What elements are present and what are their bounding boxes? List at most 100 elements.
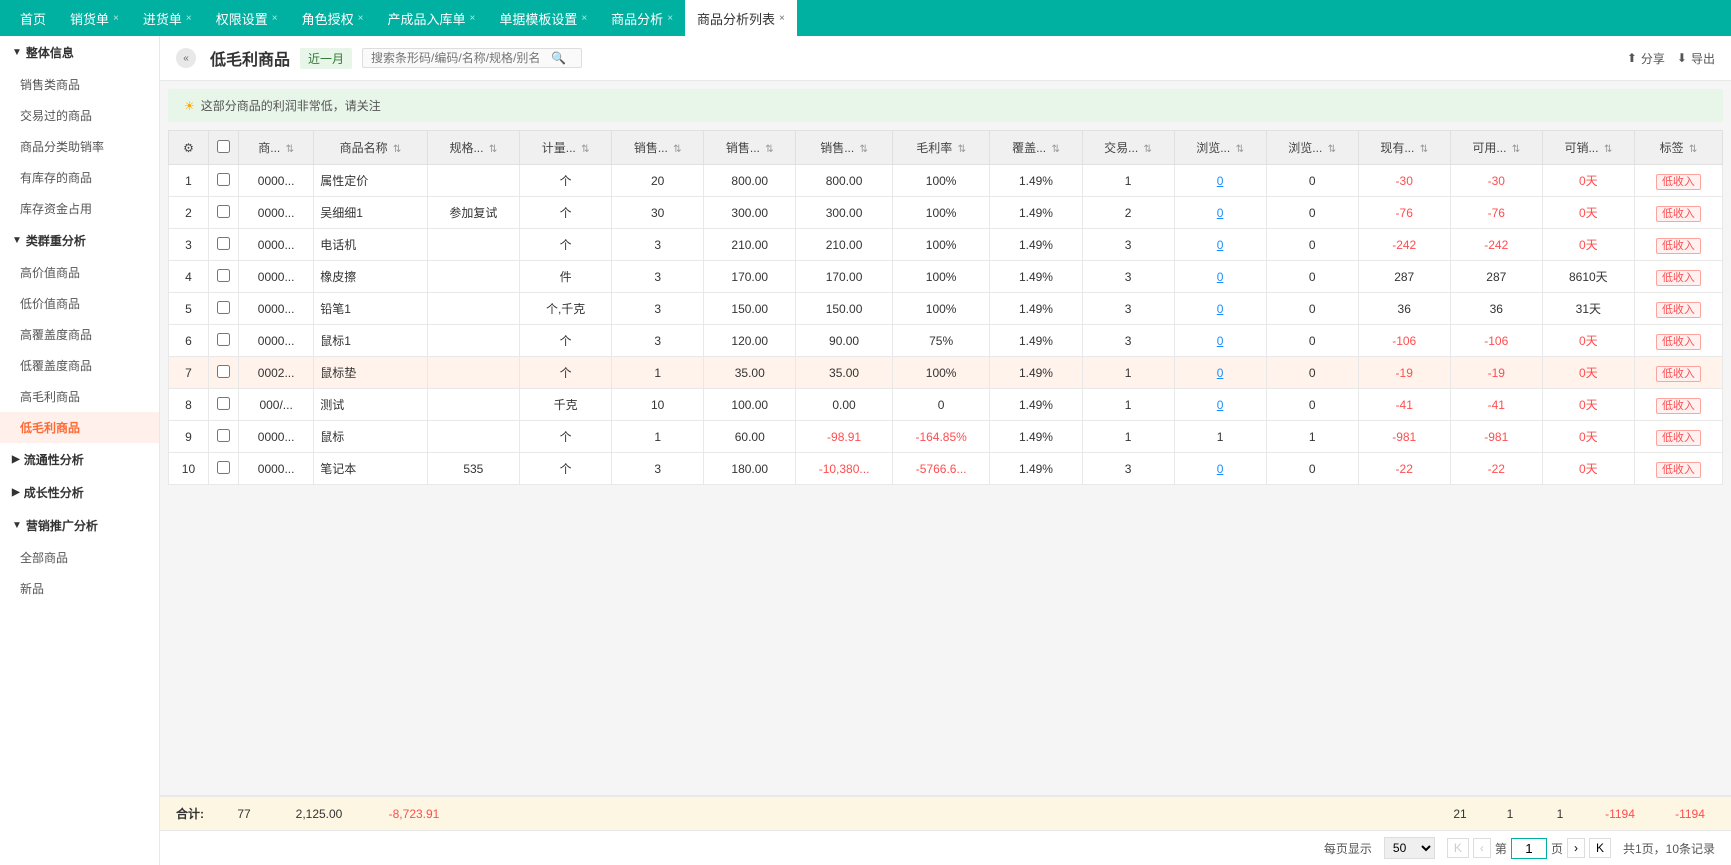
row-price: 60.00 bbox=[704, 421, 796, 453]
nav-role[interactable]: 角色授权 × bbox=[290, 0, 376, 36]
row-checkbox[interactable] bbox=[208, 229, 238, 261]
export-button[interactable]: ⬇ 导出 bbox=[1677, 50, 1715, 67]
col-gross-rate[interactable]: 毛利率 ⇅ bbox=[892, 131, 990, 165]
col-code[interactable]: 商... ⇅ bbox=[238, 131, 313, 165]
row-browse1[interactable]: 0 bbox=[1174, 165, 1266, 197]
row-checkbox[interactable] bbox=[208, 261, 238, 293]
row-browse1[interactable]: 0 bbox=[1174, 261, 1266, 293]
sidebar-item-capital[interactable]: 库存资金占用 bbox=[0, 193, 159, 224]
col-coverage[interactable]: 覆盖... ⇅ bbox=[990, 131, 1082, 165]
row-checkbox[interactable] bbox=[208, 165, 238, 197]
prev-button[interactable]: ‹ bbox=[1473, 838, 1491, 858]
col-sales-amount[interactable]: 销售... ⇅ bbox=[704, 131, 796, 165]
sidebar-section-cluster[interactable]: ▼ 类群重分析 bbox=[0, 224, 159, 257]
col-sales-qty[interactable]: 销售... ⇅ bbox=[612, 131, 704, 165]
row-days: 0天 bbox=[1542, 197, 1634, 229]
nav-purchase[interactable]: 进货单 × bbox=[131, 0, 204, 36]
row-unit: 个 bbox=[520, 421, 612, 453]
close-icon[interactable]: × bbox=[469, 13, 475, 24]
col-name[interactable]: 商品名称 ⇅ bbox=[314, 131, 427, 165]
row-browse1[interactable]: 0 bbox=[1174, 293, 1266, 325]
row-tag: 低收入 bbox=[1634, 453, 1722, 485]
row-browse1[interactable]: 0 bbox=[1174, 229, 1266, 261]
row-days: 8610天 bbox=[1542, 261, 1634, 293]
row-browse2: 0 bbox=[1266, 293, 1358, 325]
date-filter-tag[interactable]: 近一月 bbox=[300, 48, 352, 69]
close-icon[interactable]: × bbox=[667, 13, 673, 24]
col-unit[interactable]: 计量... ⇅ bbox=[520, 131, 612, 165]
row-browse1[interactable]: 0 bbox=[1174, 453, 1266, 485]
row-checkbox[interactable] bbox=[208, 453, 238, 485]
row-checkbox[interactable] bbox=[208, 389, 238, 421]
close-icon[interactable]: × bbox=[779, 13, 785, 24]
col-trade[interactable]: 交易... ⇅ bbox=[1082, 131, 1174, 165]
next-button[interactable]: › bbox=[1567, 838, 1585, 858]
sidebar-section-overall[interactable]: ▼ 整体信息 bbox=[0, 36, 159, 69]
close-icon[interactable]: × bbox=[113, 13, 119, 24]
close-icon[interactable]: × bbox=[272, 13, 278, 24]
close-icon[interactable]: × bbox=[358, 13, 364, 24]
col-spec[interactable]: 规格... ⇅ bbox=[427, 131, 520, 165]
sidebar-item-sales-goods[interactable]: 销售类商品 bbox=[0, 69, 159, 100]
col-select-all[interactable] bbox=[208, 131, 238, 165]
row-name: 鼠标 bbox=[314, 421, 427, 453]
nav-analysis-list[interactable]: 商品分析列表 × bbox=[685, 0, 797, 36]
sidebar-item-in-stock[interactable]: 有库存的商品 bbox=[0, 162, 159, 193]
col-stock1[interactable]: 现有... ⇅ bbox=[1358, 131, 1450, 165]
row-rate: -164.85% bbox=[892, 421, 990, 453]
row-num: 7 bbox=[169, 357, 209, 389]
col-stock2[interactable]: 可用... ⇅ bbox=[1450, 131, 1542, 165]
close-icon[interactable]: × bbox=[581, 13, 587, 24]
share-button[interactable]: ⬆ 分享 bbox=[1627, 50, 1665, 67]
col-days[interactable]: 可销... ⇅ bbox=[1542, 131, 1634, 165]
sidebar-item-new-goods[interactable]: 新品 bbox=[0, 573, 159, 604]
col-settings[interactable]: ⚙ bbox=[169, 131, 209, 165]
prev-page-button[interactable]: K bbox=[1447, 838, 1469, 858]
search-input[interactable] bbox=[371, 51, 551, 65]
sidebar-section-marketing[interactable]: ▼ 营销推广分析 bbox=[0, 509, 159, 542]
last-page-button[interactable]: K bbox=[1589, 838, 1611, 858]
sidebar-section-flow[interactable]: ▶ 流通性分析 bbox=[0, 443, 159, 476]
nav-sales[interactable]: 销货单 × bbox=[58, 0, 131, 36]
sidebar-item-low-value[interactable]: 低价值商品 bbox=[0, 288, 159, 319]
row-checkbox[interactable] bbox=[208, 325, 238, 357]
nav-permission[interactable]: 权限设置 × bbox=[204, 0, 290, 36]
close-icon[interactable]: × bbox=[186, 13, 192, 24]
sidebar-item-high-coverage[interactable]: 高覆盖度商品 bbox=[0, 319, 159, 350]
nav-product-analysis[interactable]: 商品分析 × bbox=[599, 0, 685, 36]
top-navigation: 首页 销货单 × 进货单 × 权限设置 × 角色授权 × 产成品入库单 × 单据… bbox=[0, 0, 1731, 36]
col-sales-profit[interactable]: 销售... ⇅ bbox=[796, 131, 893, 165]
row-rate: 0 bbox=[892, 389, 990, 421]
sidebar-item-high-margin[interactable]: 高毛利商品 bbox=[0, 381, 159, 412]
row-checkbox[interactable] bbox=[208, 197, 238, 229]
nav-home[interactable]: 首页 bbox=[8, 0, 58, 36]
bottom-bar: 每页显示 50 100 200 K ‹ 第 页 › K 共1页，10条记录 bbox=[160, 830, 1731, 865]
row-browse1[interactable]: 0 bbox=[1174, 325, 1266, 357]
sidebar-item-all-goods[interactable]: 全部商品 bbox=[0, 542, 159, 573]
row-browse2: 0 bbox=[1266, 389, 1358, 421]
col-browse2[interactable]: 浏览... ⇅ bbox=[1266, 131, 1358, 165]
per-page-select[interactable]: 50 100 200 bbox=[1384, 837, 1435, 859]
collapse-button[interactable]: « bbox=[176, 48, 196, 68]
chevron-right-icon: ▶ bbox=[12, 454, 20, 465]
row-browse1[interactable]: 0 bbox=[1174, 197, 1266, 229]
nav-product-entry[interactable]: 产成品入库单 × bbox=[375, 0, 487, 36]
sidebar-item-category-rate[interactable]: 商品分类助销率 bbox=[0, 131, 159, 162]
row-num: 1 bbox=[169, 165, 209, 197]
sidebar-item-low-coverage[interactable]: 低覆盖度商品 bbox=[0, 350, 159, 381]
page-number-input[interactable] bbox=[1511, 838, 1547, 859]
search-icon[interactable]: 🔍 bbox=[551, 51, 566, 65]
select-all-checkbox[interactable] bbox=[217, 140, 230, 153]
sidebar-section-growth[interactable]: ▶ 成长性分析 bbox=[0, 476, 159, 509]
sidebar-item-low-margin[interactable]: 低毛利商品 bbox=[0, 412, 159, 443]
row-checkbox[interactable] bbox=[208, 357, 238, 389]
sidebar-item-traded-goods[interactable]: 交易过的商品 bbox=[0, 100, 159, 131]
row-checkbox[interactable] bbox=[208, 293, 238, 325]
row-browse1[interactable]: 0 bbox=[1174, 357, 1266, 389]
col-browse1[interactable]: 浏览... ⇅ bbox=[1174, 131, 1266, 165]
row-browse1[interactable]: 0 bbox=[1174, 389, 1266, 421]
col-tag[interactable]: 标签 ⇅ bbox=[1634, 131, 1722, 165]
row-checkbox[interactable] bbox=[208, 421, 238, 453]
nav-template[interactable]: 单据模板设置 × bbox=[487, 0, 599, 36]
sidebar-item-high-value[interactable]: 高价值商品 bbox=[0, 257, 159, 288]
